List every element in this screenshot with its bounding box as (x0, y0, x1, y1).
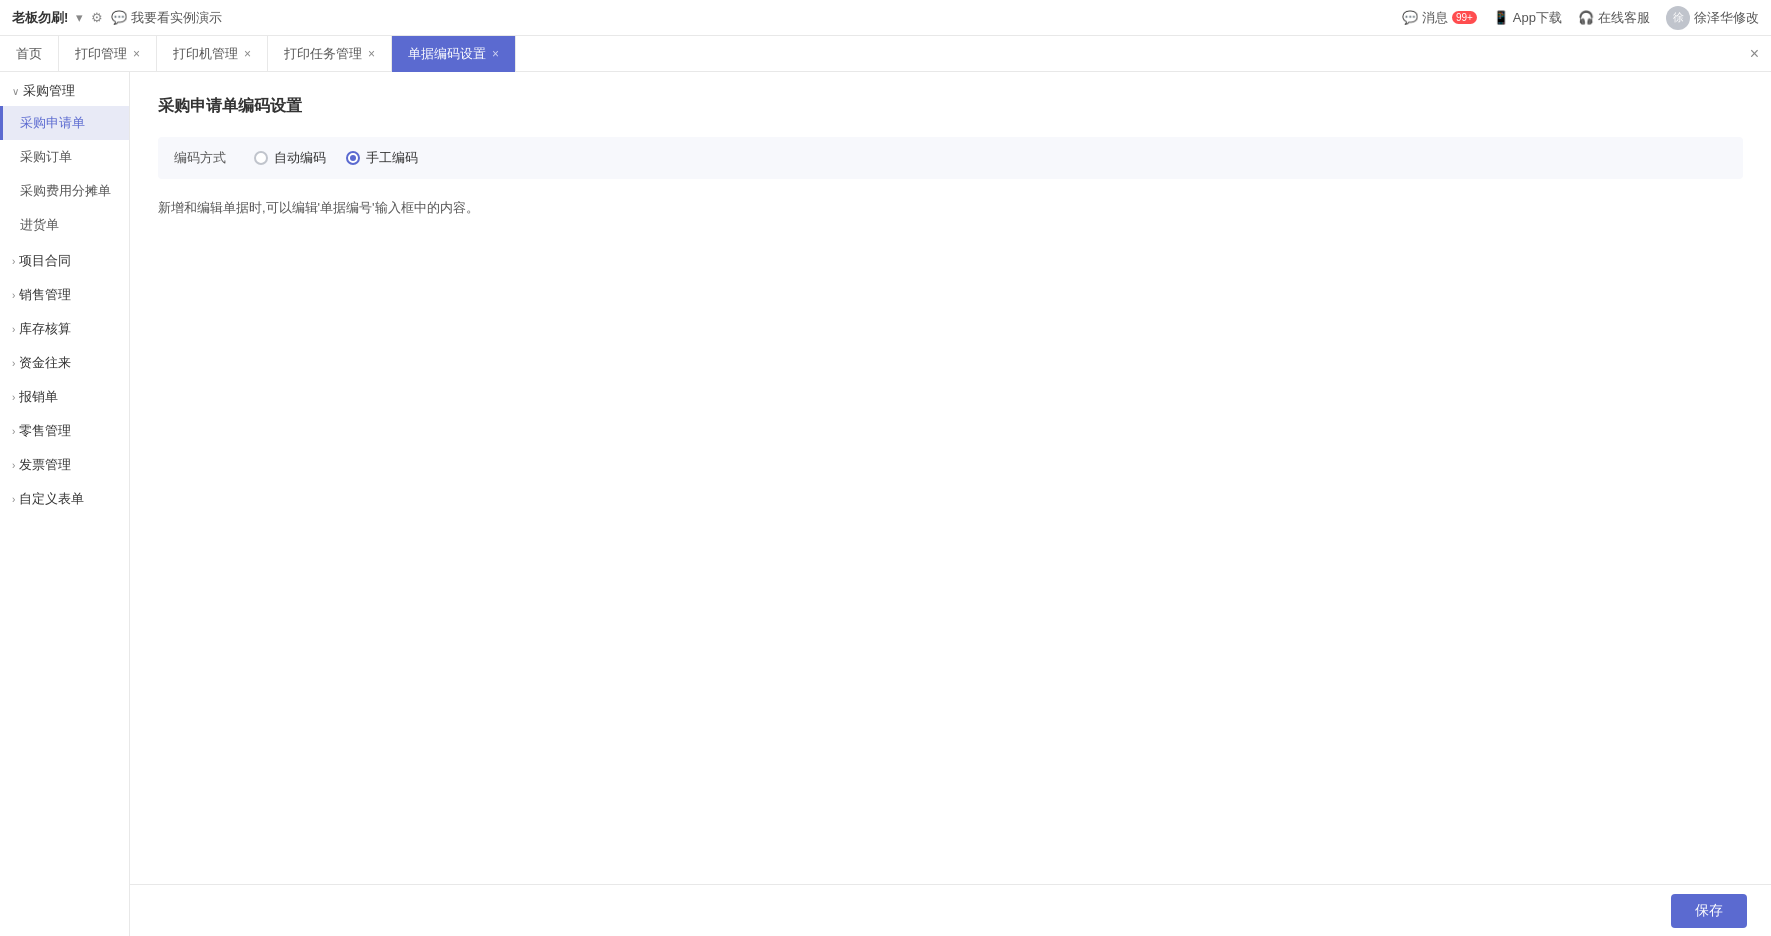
tab-home-label: 首页 (16, 45, 42, 63)
sidebar-group-inventory: › 库存核算 (0, 310, 129, 344)
sidebar-group-capital-arrow: › (12, 358, 15, 369)
demo-chat-icon: 💬 (111, 10, 127, 25)
radio-auto-code-label: 自动编码 (274, 149, 326, 167)
tab-printer-mgmt-label: 打印机管理 (173, 45, 238, 63)
sidebar-group-custom-form-title[interactable]: › 自定义表单 (0, 480, 129, 514)
headset-icon: 🎧 (1578, 10, 1594, 25)
sidebar-group-purchase-title[interactable]: ∨ 采购管理 (0, 72, 129, 106)
radio-group-encoding: 自动编码 手工编码 (254, 149, 418, 167)
sidebar-group-returns-title[interactable]: › 报销单 (0, 378, 129, 412)
sidebar-group-invoice-arrow: › (12, 460, 15, 471)
demo-text: 我要看实例演示 (131, 9, 222, 27)
tab-bar-close-all-icon[interactable]: × (1738, 45, 1771, 63)
content-area: 采购申请单编码设置 编码方式 自动编码 手工编码 新增和编辑单据时,可以编辑'单… (130, 72, 1771, 936)
tab-printer-mgmt[interactable]: 打印机管理 × (157, 36, 268, 72)
main-layout: ∨ 采购管理 采购申请单 采购订单 采购费用分摊单 进货单 › 项目合同 (0, 72, 1771, 936)
sidebar-group-capital-label: 资金往来 (19, 354, 71, 372)
user-info-button[interactable]: 徐 徐泽华修改 (1666, 6, 1759, 30)
sidebar-group-sales-mgmt: › 销售管理 (0, 276, 129, 310)
sidebar: ∨ 采购管理 采购申请单 采购订单 采购费用分摊单 进货单 › 项目合同 (0, 72, 130, 936)
tab-print-task-mgmt-close-icon[interactable]: × (368, 47, 375, 61)
tab-single-code-setting-label: 单据编码设置 (408, 45, 486, 63)
sidebar-group-sales-mgmt-label: 销售管理 (19, 286, 71, 304)
sidebar-group-invoice: › 发票管理 (0, 446, 129, 480)
sidebar-group-inventory-label: 库存核算 (19, 320, 71, 338)
sidebar-group-returns-arrow: › (12, 392, 15, 403)
encoding-label: 编码方式 (174, 149, 234, 167)
tab-print-task-mgmt[interactable]: 打印任务管理 × (268, 36, 392, 72)
sidebar-item-purchase-request[interactable]: 采购申请单 (0, 106, 129, 140)
sidebar-group-purchase-arrow: ∨ (12, 86, 19, 97)
sidebar-item-purchase-order-label: 采购订单 (20, 149, 72, 164)
app-download-label: App下载 (1513, 9, 1562, 27)
content-inner: 采购申请单编码设置 编码方式 自动编码 手工编码 新增和编辑单据时,可以编辑'单… (130, 72, 1771, 884)
app-logo: 老板勿刷! (12, 9, 68, 27)
sidebar-item-purchase-expense-label: 采购费用分摊单 (20, 183, 111, 198)
sidebar-group-capital-title[interactable]: › 资金往来 (0, 344, 129, 378)
tab-single-code-setting-close-icon[interactable]: × (492, 47, 499, 61)
top-bar-right: 💬 消息 99+ 📱 App下载 🎧 在线客服 徐 徐泽华修改 (1402, 6, 1759, 30)
online-service-button[interactable]: 🎧 在线客服 (1578, 9, 1650, 27)
radio-auto-code[interactable]: 自动编码 (254, 149, 326, 167)
save-button[interactable]: 保存 (1671, 894, 1747, 928)
sidebar-group-inventory-arrow: › (12, 324, 15, 335)
encoding-form-row: 编码方式 自动编码 手工编码 (158, 137, 1743, 179)
settings-gear-icon[interactable]: ⚙ (91, 10, 103, 25)
message-label: 消息 (1422, 9, 1448, 27)
online-service-label: 在线客服 (1598, 9, 1650, 27)
page-title: 采购申请单编码设置 (158, 96, 1743, 117)
radio-manual-code-circle (346, 151, 360, 165)
sidebar-group-sales-mgmt-title[interactable]: › 销售管理 (0, 276, 129, 310)
tab-print-task-mgmt-label: 打印任务管理 (284, 45, 362, 63)
tab-printer-mgmt-close-icon[interactable]: × (244, 47, 251, 61)
app-download-icon: 📱 (1493, 10, 1509, 25)
sidebar-group-project-contract: › 项目合同 (0, 242, 129, 276)
sidebar-group-retail-arrow: › (12, 426, 15, 437)
tab-single-code-setting[interactable]: 单据编码设置 × (392, 36, 516, 72)
sidebar-group-capital: › 资金往来 (0, 344, 129, 378)
tab-print-mgmt-label: 打印管理 (75, 45, 127, 63)
top-bar: 老板勿刷! ▾ ⚙ 💬 我要看实例演示 💬 消息 99+ 📱 App下载 🎧 在… (0, 0, 1771, 36)
sidebar-item-purchase-expense[interactable]: 采购费用分摊单 (0, 174, 129, 208)
sidebar-group-project-contract-title[interactable]: › 项目合同 (0, 242, 129, 276)
message-button[interactable]: 💬 消息 99+ (1402, 9, 1477, 27)
sidebar-group-custom-form-label: 自定义表单 (19, 490, 84, 508)
sidebar-group-sales-mgmt-arrow: › (12, 290, 15, 301)
sidebar-item-purchase-order[interactable]: 采购订单 (0, 140, 129, 174)
message-icon: 💬 (1402, 10, 1418, 25)
demo-link[interactable]: 💬 我要看实例演示 (111, 9, 222, 27)
sidebar-group-project-contract-label: 项目合同 (19, 252, 71, 270)
sidebar-group-project-contract-arrow: › (12, 256, 15, 267)
radio-manual-code[interactable]: 手工编码 (346, 149, 418, 167)
user-avatar: 徐 (1666, 6, 1690, 30)
tab-print-mgmt-close-icon[interactable]: × (133, 47, 140, 61)
sidebar-group-retail-label: 零售管理 (19, 422, 71, 440)
content-footer: 保存 (130, 884, 1771, 936)
tab-print-mgmt[interactable]: 打印管理 × (59, 36, 157, 72)
app-download-button[interactable]: 📱 App下载 (1493, 9, 1562, 27)
sidebar-group-purchase: ∨ 采购管理 采购申请单 采购订单 采购费用分摊单 进货单 (0, 72, 129, 242)
message-badge: 99+ (1452, 11, 1477, 24)
sidebar-item-purchase-request-label: 采购申请单 (20, 115, 85, 130)
logo-dropdown-icon[interactable]: ▾ (76, 10, 83, 25)
tab-home[interactable]: 首页 (0, 36, 59, 72)
username-label: 徐泽华修改 (1694, 9, 1759, 27)
sidebar-group-invoice-title[interactable]: › 发票管理 (0, 446, 129, 480)
sidebar-item-purchase-receipt-label: 进货单 (20, 217, 59, 232)
top-bar-left: 老板勿刷! ▾ ⚙ 💬 我要看实例演示 (12, 9, 222, 27)
sidebar-group-returns-label: 报销单 (19, 388, 58, 406)
hint-text: 新增和编辑单据时,可以编辑'单据编号'输入框中的内容。 (158, 195, 1743, 221)
sidebar-group-retail-title[interactable]: › 零售管理 (0, 412, 129, 446)
sidebar-group-custom-form-arrow: › (12, 494, 15, 505)
sidebar-group-retail: › 零售管理 (0, 412, 129, 446)
radio-auto-code-circle (254, 151, 268, 165)
sidebar-group-returns: › 报销单 (0, 378, 129, 412)
sidebar-group-purchase-label: 采购管理 (23, 82, 75, 100)
tab-bar: 首页 打印管理 × 打印机管理 × 打印任务管理 × 单据编码设置 × × (0, 36, 1771, 72)
sidebar-group-invoice-label: 发票管理 (19, 456, 71, 474)
radio-manual-code-label: 手工编码 (366, 149, 418, 167)
sidebar-group-custom-form: › 自定义表单 (0, 480, 129, 514)
sidebar-item-purchase-receipt[interactable]: 进货单 (0, 208, 129, 242)
sidebar-group-inventory-title[interactable]: › 库存核算 (0, 310, 129, 344)
